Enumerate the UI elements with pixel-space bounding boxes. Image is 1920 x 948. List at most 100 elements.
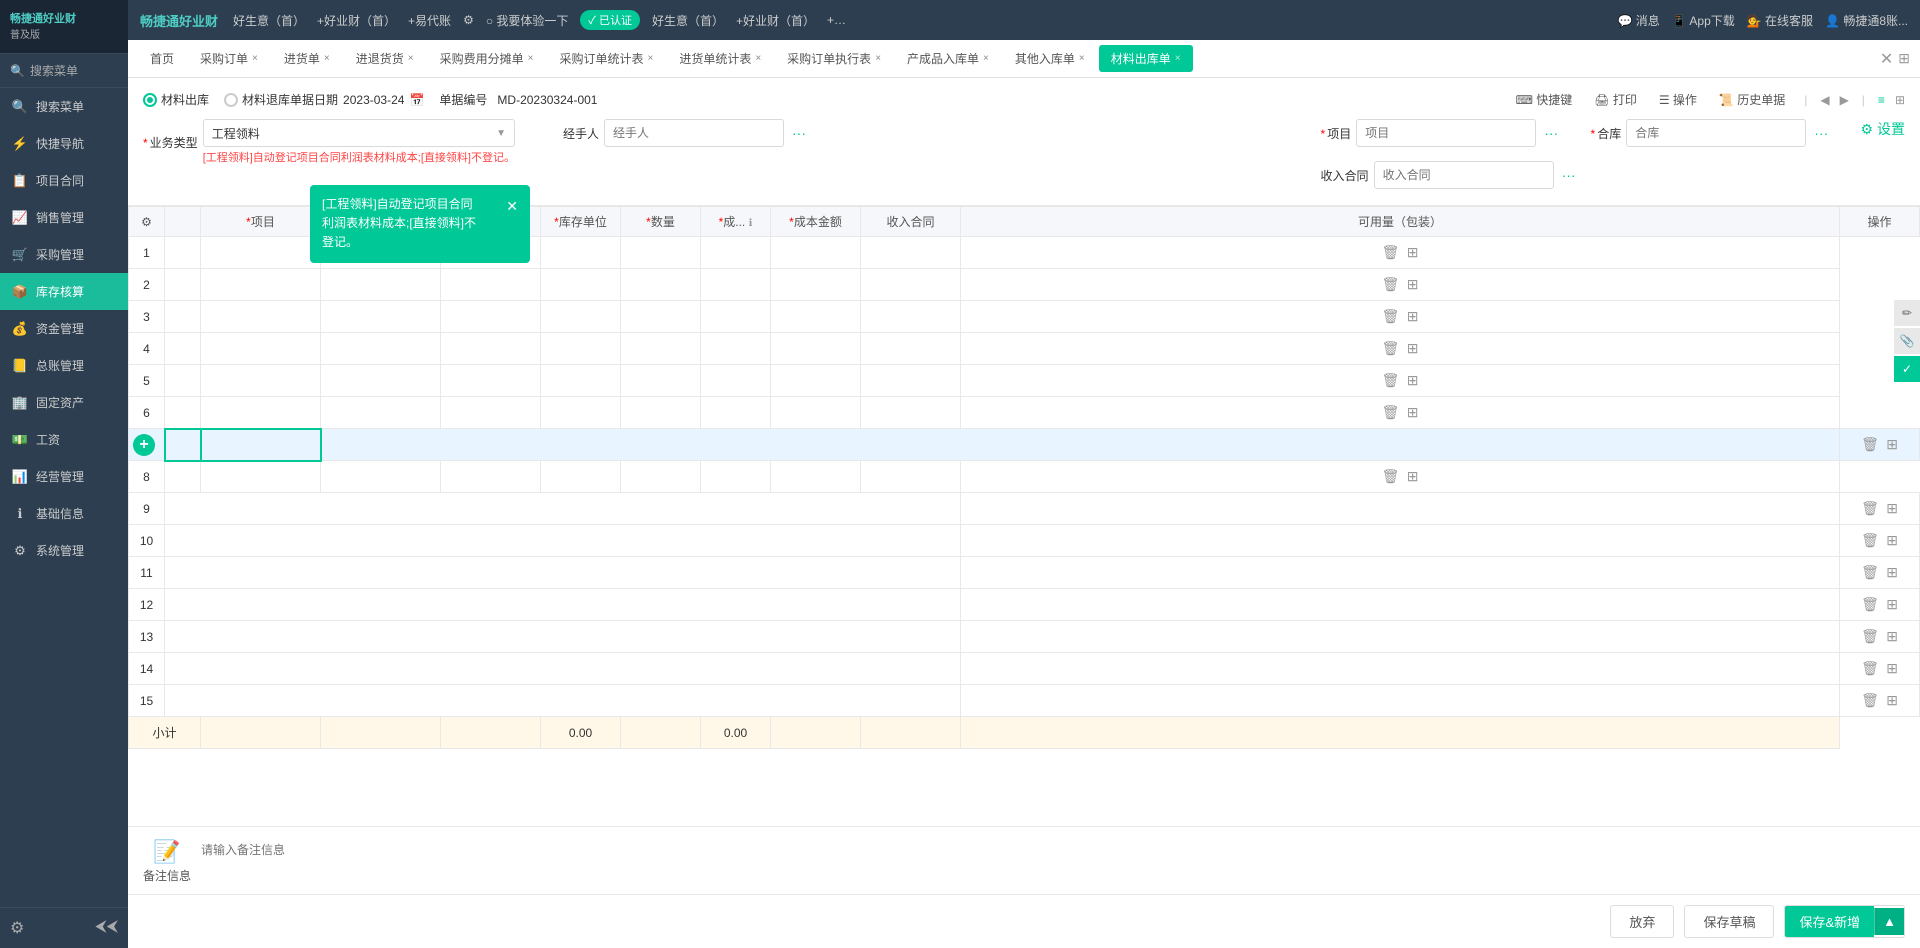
row-amount-5[interactable] xyxy=(701,365,771,397)
copy-icon[interactable]: ⊞ xyxy=(1407,372,1419,388)
close-icon[interactable]: × xyxy=(1079,53,1085,64)
sidebar-item-salary[interactable]: 💵 工资 xyxy=(0,421,128,458)
sidebar-item-inventory[interactable]: 📦 库存核算 xyxy=(0,273,128,310)
header-nav-item-more[interactable]: +… xyxy=(827,13,846,27)
row-amount-4[interactable] xyxy=(701,333,771,365)
tab-home[interactable]: 首页 xyxy=(138,45,186,72)
sidebar-item-sales[interactable]: 📈 销售管理 xyxy=(0,199,128,236)
sidebar-item-assets[interactable]: 🏢 固定资产 xyxy=(0,384,128,421)
sidebar-item-contracts[interactable]: 📋 项目合同 xyxy=(0,162,128,199)
right-panel-edit[interactable]: ✏ xyxy=(1894,300,1920,326)
row-spec-5[interactable] xyxy=(321,365,441,397)
row-qty-3[interactable] xyxy=(541,301,621,333)
delete-icon[interactable]: 🗑 xyxy=(1382,276,1400,292)
tab-purchase-order[interactable]: 采购订单 × xyxy=(188,45,270,72)
copy-icon[interactable]: ⊞ xyxy=(1407,276,1419,292)
copy-icon[interactable]: ⊞ xyxy=(1407,308,1419,324)
delete-icon[interactable]: 🗑 xyxy=(1382,372,1400,388)
sidebar-item-base-info[interactable]: ℹ 基础信息 xyxy=(0,495,128,532)
delete-icon[interactable]: 🗑 xyxy=(1382,244,1400,260)
income-contract-dots[interactable]: ··· xyxy=(1562,167,1576,183)
close-icon[interactable]: × xyxy=(875,53,881,64)
right-panel-check[interactable]: ✓ xyxy=(1894,356,1920,382)
row-qty-1[interactable] xyxy=(541,237,621,269)
row-available-1[interactable] xyxy=(861,237,961,269)
header-nav-item-shengyi[interactable]: 好生意（首） xyxy=(233,12,305,29)
row-income-5[interactable] xyxy=(771,365,861,397)
row-spec-6[interactable] xyxy=(321,397,441,429)
handler-input[interactable] xyxy=(604,119,784,147)
row-project-4[interactable] xyxy=(165,333,201,365)
tab-split-button[interactable]: ⊞ xyxy=(1898,50,1910,67)
row-unit-4[interactable] xyxy=(441,333,541,365)
grid-view-button[interactable]: ⊞ xyxy=(1895,93,1905,107)
row-available-6[interactable] xyxy=(861,397,961,429)
copy-icon[interactable]: ⊞ xyxy=(1886,596,1898,612)
next-button[interactable]: ▶ xyxy=(1840,93,1849,107)
sidebar-item-operations[interactable]: 📊 经营管理 xyxy=(0,458,128,495)
header-nav-item-haoyecai2[interactable]: +好业财（首） xyxy=(736,12,815,29)
close-icon[interactable]: × xyxy=(983,53,989,64)
copy-icon[interactable]: ⊞ xyxy=(1886,436,1898,452)
row-unit-6[interactable] xyxy=(441,397,541,429)
row-available-4[interactable] xyxy=(861,333,961,365)
tab-purchase-stats[interactable]: 采购订单统计表 × xyxy=(547,45,665,72)
row-income-3[interactable] xyxy=(771,301,861,333)
tab-purchase-exec[interactable]: 采购订单执行表 × xyxy=(775,45,893,72)
header-nav-item-haoyecai[interactable]: +好业财（首） xyxy=(317,12,396,29)
row-income-2[interactable] xyxy=(771,269,861,301)
radio-material-return[interactable]: 材料退库 xyxy=(224,91,290,108)
add-material-cell[interactable] xyxy=(201,429,321,461)
copy-icon[interactable]: ⊞ xyxy=(1886,564,1898,580)
save-new-arrow[interactable]: ▲ xyxy=(1874,908,1904,935)
row-income-4[interactable] xyxy=(771,333,861,365)
copy-icon[interactable]: ⊞ xyxy=(1407,340,1419,356)
app-download-button[interactable]: 📱 App下载 xyxy=(1672,12,1735,29)
collapse-button[interactable]: ⮜⮜ xyxy=(95,918,118,938)
sidebar-item-system[interactable]: ⚙ 系统管理 xyxy=(0,532,128,569)
row-material-3[interactable] xyxy=(201,301,321,333)
row-spec-4[interactable] xyxy=(321,333,441,365)
save-draft-button[interactable]: 保存草稿 xyxy=(1684,905,1774,938)
row-material-4[interactable] xyxy=(201,333,321,365)
row-cost-4[interactable] xyxy=(621,333,701,365)
row-income-1[interactable] xyxy=(771,237,861,269)
row-material-1[interactable] xyxy=(201,237,321,269)
print-button[interactable]: 🖨 打印 xyxy=(1588,88,1643,111)
save-new-main[interactable]: 保存&新增 xyxy=(1785,906,1874,937)
settings-icon[interactable]: ⚙ 设置 xyxy=(1861,119,1905,139)
close-icon[interactable]: × xyxy=(324,53,330,64)
row-project-2[interactable] xyxy=(165,269,201,301)
row-material-8[interactable] xyxy=(201,461,321,493)
row-project-3[interactable] xyxy=(165,301,201,333)
radio-material-issue[interactable]: 材料出库 xyxy=(143,91,209,108)
close-icon[interactable]: × xyxy=(408,53,414,64)
delete-icon[interactable]: 🗑 xyxy=(1861,596,1879,612)
operate-button[interactable]: ☰ 操作 xyxy=(1653,88,1703,111)
tab-close-button[interactable]: ✕ xyxy=(1880,49,1893,69)
right-panel-attach[interactable]: 📎 xyxy=(1894,328,1920,354)
close-icon[interactable]: × xyxy=(647,53,653,64)
row-project-5[interactable] xyxy=(165,365,201,397)
tab-purchase-return[interactable]: 进退货货 × xyxy=(344,45,426,72)
delete-icon[interactable]: 🗑 xyxy=(1382,308,1400,324)
copy-icon[interactable]: ⊞ xyxy=(1886,500,1898,516)
business-type-select[interactable]: 工程领料 ▼ xyxy=(203,119,515,147)
row-qty-5[interactable] xyxy=(541,365,621,397)
add-row-btn-cell[interactable]: + xyxy=(129,429,165,461)
customer-service-button[interactable]: 💁 在线客服 xyxy=(1747,12,1813,29)
sidebar-search[interactable]: 🔍 搜索菜单 xyxy=(0,54,128,88)
row-qty-2[interactable] xyxy=(541,269,621,301)
income-contract-input[interactable] xyxy=(1374,161,1554,189)
close-icon[interactable]: × xyxy=(528,53,534,64)
copy-icon[interactable]: ⊞ xyxy=(1407,404,1419,420)
row-spec-3[interactable] xyxy=(321,301,441,333)
date-value[interactable]: 2023-03-24 xyxy=(343,93,404,107)
settings-button[interactable]: ⚙ xyxy=(10,918,24,938)
header-nav-item-yidaizhang[interactable]: +易代账 xyxy=(408,12,451,29)
tab-purchase-receipt[interactable]: 进货单 × xyxy=(272,45,342,72)
row-unit-8[interactable] xyxy=(441,461,541,493)
delete-icon[interactable]: 🗑 xyxy=(1861,660,1879,676)
row-project-6[interactable] xyxy=(165,397,201,429)
delete-icon[interactable]: 🗑 xyxy=(1382,468,1400,484)
